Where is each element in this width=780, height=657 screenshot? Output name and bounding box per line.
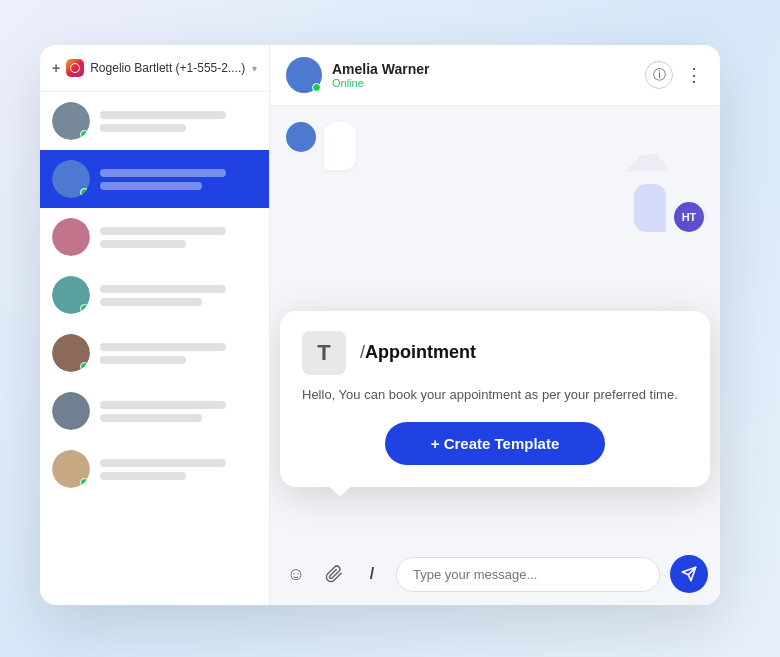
template-command: Appointment [365, 342, 476, 362]
instagram-icon [66, 59, 84, 77]
message-bubble-received [324, 122, 356, 170]
list-item[interactable] [40, 324, 269, 382]
online-indicator [80, 188, 89, 197]
contact-preview-line [100, 298, 202, 306]
sidebar: + Rogelio Bartlett (+1-555-2....) ▾ [40, 45, 270, 605]
sent-message: HT [286, 184, 704, 232]
avatar [52, 392, 90, 430]
online-indicator [312, 83, 321, 92]
slash-command-button[interactable]: / [358, 560, 386, 588]
online-indicator [80, 478, 89, 487]
contact-name-line [100, 343, 226, 351]
list-item[interactable] [40, 92, 269, 150]
contact-preview-line [100, 414, 202, 422]
contact-name: Amelia Warner [332, 61, 635, 77]
chat-body: ☁ ☁ 🚗 HT [270, 106, 720, 547]
template-icon: T [302, 331, 346, 375]
template-title: /Appointment [360, 342, 476, 363]
message-input[interactable] [396, 557, 660, 592]
attachment-button[interactable] [320, 560, 348, 588]
app-window: + Rogelio Bartlett (+1-555-2....) ▾ [40, 45, 720, 605]
chat-contact-info: Amelia Warner Online [332, 61, 635, 89]
online-indicator [80, 362, 89, 371]
list-item[interactable] [40, 150, 269, 208]
sidebar-header[interactable]: + Rogelio Bartlett (+1-555-2....) ▾ [40, 45, 269, 92]
contact-name-line [100, 459, 226, 467]
message-bubble-sent [634, 184, 666, 232]
send-button[interactable] [670, 555, 708, 593]
chat-header: Amelia Warner Online ⓘ ⋮ [270, 45, 720, 106]
chat-footer: ☺ / [270, 547, 720, 605]
avatar [52, 160, 90, 198]
contact-name-line [100, 111, 226, 119]
channel-name: Rogelio Bartlett (+1-555-2....) [90, 61, 246, 75]
chevron-down-icon[interactable]: ▾ [252, 63, 257, 74]
decorative-cloud-icon: ☁ [674, 186, 710, 228]
template-description: Hello, You can book your appointment as … [302, 385, 688, 405]
contact-preview-line [100, 472, 186, 480]
template-header: T /Appointment [302, 331, 688, 375]
contact-preview-line [100, 240, 186, 248]
list-item[interactable] [40, 266, 269, 324]
sender-avatar [286, 122, 316, 152]
avatar [52, 450, 90, 488]
create-template-button[interactable]: + Create Template [385, 422, 605, 465]
avatar [52, 276, 90, 314]
contact-name-line [100, 227, 226, 235]
emoji-button[interactable]: ☺ [282, 560, 310, 588]
contact-list [40, 92, 269, 605]
avatar [52, 102, 90, 140]
decorative-cloud-icon: ☁ [622, 126, 670, 182]
avatar [52, 334, 90, 372]
list-item[interactable] [40, 382, 269, 440]
online-indicator [80, 130, 89, 139]
list-item[interactable] [40, 208, 269, 266]
template-popup: T /Appointment Hello, You can book your … [280, 311, 710, 488]
more-options-button[interactable]: ⋮ [685, 64, 704, 86]
contact-preview-line [100, 124, 186, 132]
online-indicator [80, 304, 89, 313]
list-item[interactable] [40, 440, 269, 498]
contact-name-line [100, 169, 226, 177]
contact-status: Online [332, 77, 635, 89]
info-button[interactable]: ⓘ [645, 61, 673, 89]
avatar [52, 218, 90, 256]
contact-avatar [286, 57, 322, 93]
add-contact-button[interactable]: + [52, 60, 60, 76]
chat-panel: Amelia Warner Online ⓘ ⋮ ☁ ☁ 🚗 [270, 45, 720, 605]
contact-name-line [100, 401, 226, 409]
contact-name-line [100, 285, 226, 293]
contact-preview-line [100, 356, 186, 364]
contact-preview-line [100, 182, 202, 190]
chat-header-actions: ⓘ ⋮ [645, 61, 704, 89]
